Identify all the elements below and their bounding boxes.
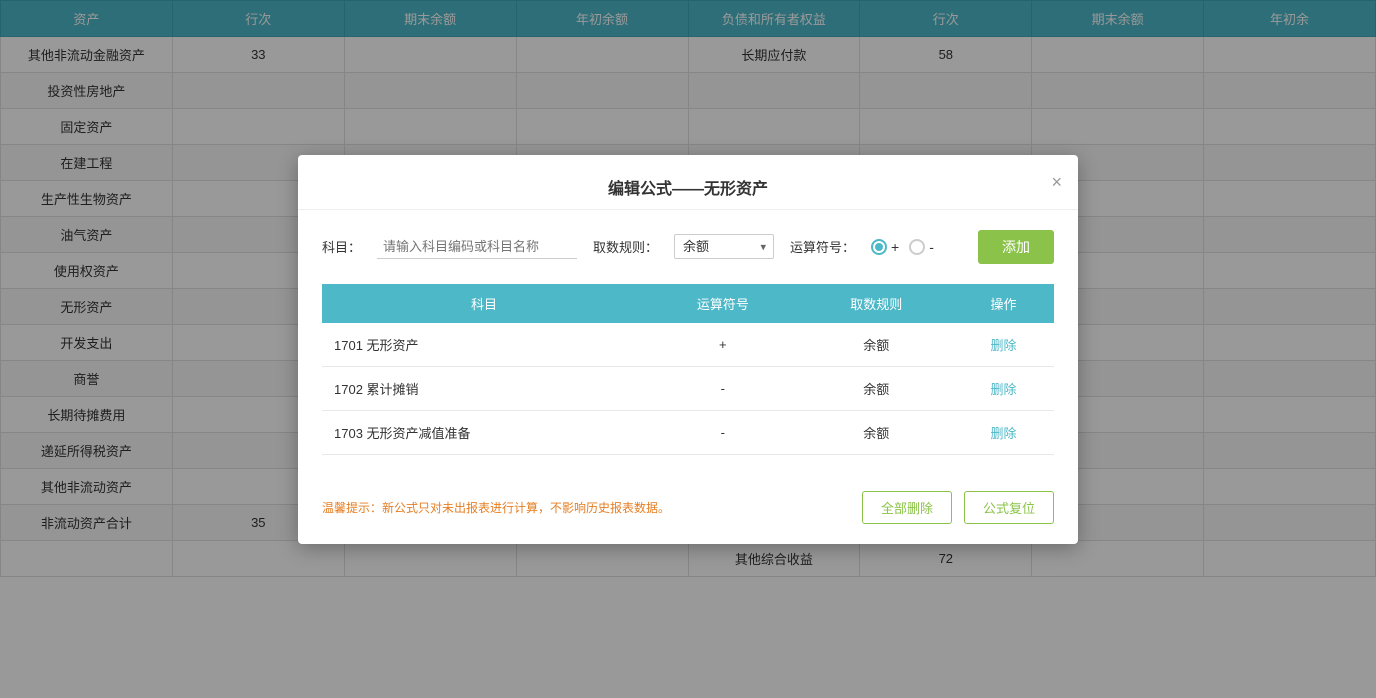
modal-overlay: 编辑公式——无形资产 × 科目： 取数规则： 余额 借方 贷方 借方发生额 贷方… <box>0 0 1376 698</box>
footer-buttons: 全部删除 公式复位 <box>862 491 1054 524</box>
rule-select-wrapper[interactable]: 余额 借方 贷方 借方发生额 贷方发生额 <box>674 234 774 259</box>
formula-operator-cell: - <box>646 366 799 410</box>
subject-input[interactable] <box>377 235 577 259</box>
formula-form-row: 科目： 取数规则： 余额 借方 贷方 借方发生额 贷方发生额 运算符号： <box>322 230 1054 264</box>
operator-minus-label: - <box>929 239 934 255</box>
modal-header: 编辑公式——无形资产 × <box>298 155 1078 210</box>
formula-action-cell: 删除 <box>953 366 1054 410</box>
formula-table-header-cell: 运算符号 <box>646 284 799 323</box>
modal-close-button[interactable]: × <box>1051 173 1062 191</box>
modal-footer: 温馨提示：新公式只对未出报表进行计算，不影响历史报表数据。 全部删除 公式复位 <box>298 475 1078 544</box>
operator-plus-circle <box>871 239 887 255</box>
formula-rule-cell: 余额 <box>800 410 953 454</box>
formula-table-header-cell: 操作 <box>953 284 1054 323</box>
formula-table-row: 1703 无形资产减值准备-余额 删除 <box>322 410 1054 454</box>
formula-action-cell: 删除 <box>953 410 1054 454</box>
operator-plus-radio[interactable]: + <box>871 239 899 255</box>
formula-operator-cell: + <box>646 323 799 367</box>
formula-table-row: 1702 累计摊销-余额 删除 <box>322 366 1054 410</box>
formula-action-cell: 删除 <box>953 323 1054 367</box>
subject-label: 科目： <box>322 237 361 256</box>
formula-table-header-cell: 取数规则 <box>800 284 953 323</box>
formula-rule-cell: 余额 <box>800 323 953 367</box>
delete-row-button[interactable]: 删除 <box>991 423 1017 442</box>
footer-tip: 温馨提示：新公式只对未出报表进行计算，不影响历史报表数据。 <box>322 499 670 516</box>
delete-row-button[interactable]: 删除 <box>991 335 1017 354</box>
formula-operator-cell: - <box>646 410 799 454</box>
formula-subject-cell: 1703 无形资产减值准备 <box>322 410 646 454</box>
operator-label: 运算符号： <box>790 237 855 256</box>
rule-select[interactable]: 余额 借方 贷方 借方发生额 贷方发生额 <box>674 234 774 259</box>
rule-label: 取数规则： <box>593 237 658 256</box>
operator-radio-group: + - <box>871 239 934 255</box>
formula-table-header-cell: 科目 <box>322 284 646 323</box>
modal-body: 科目： 取数规则： 余额 借方 贷方 借方发生额 贷方发生额 运算符号： <box>298 210 1078 475</box>
add-button[interactable]: 添加 <box>978 230 1054 264</box>
formula-subject-cell: 1701 无形资产 <box>322 323 646 367</box>
formula-subject-cell: 1702 累计摊销 <box>322 366 646 410</box>
operator-minus-circle <box>909 239 925 255</box>
operator-minus-radio[interactable]: - <box>909 239 934 255</box>
reset-formula-button[interactable]: 公式复位 <box>964 491 1054 524</box>
delete-all-button[interactable]: 全部删除 <box>862 491 952 524</box>
formula-rule-cell: 余额 <box>800 366 953 410</box>
delete-row-button[interactable]: 删除 <box>991 379 1017 398</box>
modal-title: 编辑公式——无形资产 <box>608 181 768 198</box>
formula-table: 科目运算符号取数规则操作 1701 无形资产+余额删除1702 累计摊销-余额删… <box>322 284 1054 455</box>
formula-table-row: 1701 无形资产+余额 删除 <box>322 323 1054 367</box>
operator-plus-label: + <box>891 239 899 255</box>
edit-formula-modal: 编辑公式——无形资产 × 科目： 取数规则： 余额 借方 贷方 借方发生额 贷方… <box>298 155 1078 544</box>
